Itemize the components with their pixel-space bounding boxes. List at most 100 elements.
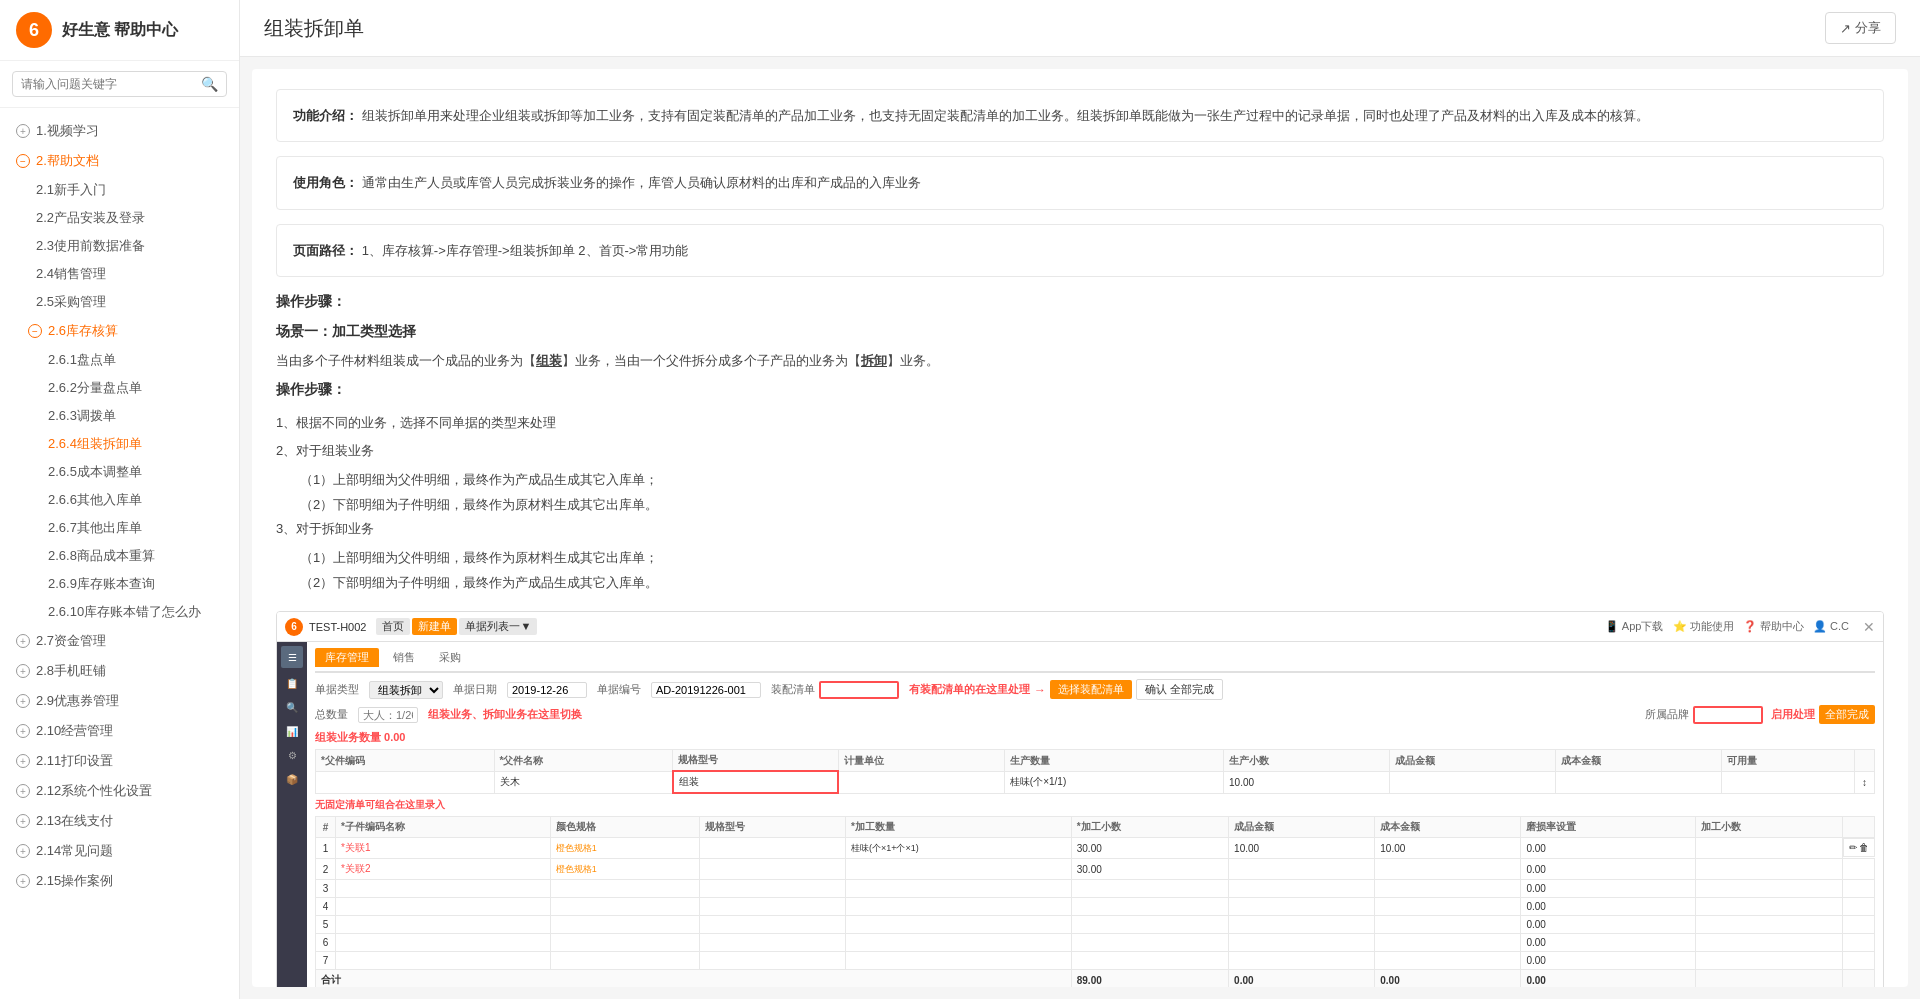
app-nav-list[interactable]: 单据列表一▼ — [459, 618, 537, 635]
content-body: 功能介绍： 组装拆卸单用来处理企业组装或拆卸等加工业务，支持有固定装配清单的产品… — [252, 69, 1908, 987]
share-button[interactable]: ↗ 分享 — [1825, 12, 1896, 44]
screenshot-container: 6 TEST-H002 首页 新建单 单据列表一▼ 📱 App下载 ⭐ 功能使用… — [276, 611, 1884, 987]
step-3-1: （1）上部明细为父件明细，最终作为原材料生成其它出库单； — [276, 546, 1884, 571]
row1-edit-icon[interactable]: ✏ — [1849, 842, 1857, 853]
app-form-row1: 单据类型 组装拆卸 单据日期 单据编号 装配清单 — [315, 679, 1875, 700]
expand-funds-icon: + — [16, 634, 30, 648]
cancel-btn[interactable]: 确认 全部完成 — [1136, 679, 1223, 700]
app-icon-4[interactable]: 📊 — [281, 720, 303, 742]
sidebar-item-newuser[interactable]: 2.1新手入门 — [0, 176, 239, 204]
collapse-inventory-icon: − — [28, 324, 42, 338]
search-input[interactable] — [21, 77, 201, 91]
table-header-row: 组装业务数量 0.00 — [315, 730, 1875, 745]
app-body: ☰ 📋 🔍 📊 ⚙ 📦 库存管理 销售 采 — [277, 642, 1883, 987]
brand-input[interactable] — [1693, 706, 1763, 724]
sidebar-item-stock-error[interactable]: 2.6.10库存账本错了怎么办 — [0, 598, 239, 626]
sidebar-item-payment[interactable]: + 2.13在线支付 — [0, 806, 239, 836]
path-section: 页面路径： 1、库存核算->库存管理->组装拆卸单 2、首页->常用功能 — [276, 224, 1884, 277]
top-header: 组装拆卸单 ↗ 分享 — [240, 0, 1920, 57]
sidebar-label-inventory: 2.6库存核算 — [48, 322, 118, 340]
logo-area: 6 好生意 帮助中心 — [0, 0, 239, 61]
app-company: TEST-H002 — [309, 621, 366, 633]
logo-icon: 6 — [16, 12, 52, 48]
app-close-icon[interactable]: ✕ — [1863, 619, 1875, 635]
page-title: 组装拆卸单 — [264, 15, 364, 42]
app-nav-newdoc[interactable]: 新建单 — [412, 618, 457, 635]
qty-input[interactable] — [358, 707, 418, 723]
process-btn[interactable]: 全部完成 — [1819, 705, 1875, 724]
app-icon-3[interactable]: 🔍 — [281, 696, 303, 718]
role-label: 使用角色： — [293, 175, 358, 190]
app-icon-2[interactable]: 📋 — [281, 672, 303, 694]
lower-table-row-7: 7 0.00 — [316, 952, 1875, 970]
search-icon[interactable]: 🔍 — [201, 76, 218, 92]
lower-table-row-6: 6 0.00 — [316, 934, 1875, 952]
sidebar-item-sales[interactable]: 2.4销售管理 — [0, 260, 239, 288]
sidebar-item-coupon[interactable]: + 2.9优惠券管理 — [0, 686, 239, 716]
sidebar-item-print[interactable]: + 2.11打印设置 — [0, 746, 239, 776]
sidebar-item-management[interactable]: + 2.10经营管理 — [0, 716, 239, 746]
app-icon-1[interactable]: ☰ — [281, 646, 303, 668]
app-tab-purchase[interactable]: 采购 — [429, 648, 471, 667]
enable-area: 所属品牌 启用处理 全部完成 — [1645, 705, 1875, 724]
main-content: 组装拆卸单 ↗ 分享 功能介绍： 组装拆卸单用来处理企业组装或拆卸等加工业务，支… — [240, 0, 1920, 999]
sidebar-item-other-in[interactable]: 2.6.6其他入库单 — [0, 486, 239, 514]
sidebar: 6 好生意 帮助中心 🔍 + 1.视频学习 − 2.帮助文档 2.1新手入门 2… — [0, 0, 240, 999]
expand-customize-icon: + — [16, 784, 30, 798]
expand-row-icon[interactable]: ↕ — [1862, 777, 1867, 788]
search-area: 🔍 — [0, 61, 239, 108]
sidebar-item-cases[interactable]: + 2.15操作案例 — [0, 866, 239, 896]
expand-faq-icon: + — [16, 844, 30, 858]
sidebar-item-mobile[interactable]: + 2.8手机旺铺 — [0, 656, 239, 686]
logo-text: 好生意 帮助中心 — [62, 20, 178, 41]
app-nav-home[interactable]: 首页 — [376, 618, 410, 635]
app-tab-sales[interactable]: 销售 — [383, 648, 425, 667]
sidebar-item-funds[interactable]: + 2.7资金管理 — [0, 626, 239, 656]
ops-steps-label: 操作步骤： — [276, 381, 1884, 399]
role-text: 通常由生产人员或库管人员完成拆装业务的操作，库管人员确认原材料的出库和产成品的入… — [362, 175, 921, 190]
lower-annotation-area: 无固定清单可组合在这里录入 — [315, 798, 1875, 812]
annotation2-text: 组装业务、拆卸业务在这里切换 — [428, 707, 582, 722]
sidebar-item-cost-adj[interactable]: 2.6.5成本调整单 — [0, 458, 239, 486]
app-icon-5[interactable]: ⚙ — [281, 744, 303, 766]
nav-list: + 1.视频学习 − 2.帮助文档 2.1新手入门 2.2产品安装及登录 2.3… — [0, 108, 239, 999]
type-select[interactable]: 组装拆卸 — [369, 681, 443, 699]
date-input[interactable] — [507, 682, 587, 698]
expand-coupon-icon: + — [16, 694, 30, 708]
sidebar-item-partial-stocktake[interactable]: 2.6.2分量盘点单 — [0, 374, 239, 402]
sidebar-item-other-out[interactable]: 2.6.7其他出库单 — [0, 514, 239, 542]
annotation4-text: 无固定清单可组合在这里录入 — [315, 798, 445, 812]
step-2-2: （2）下部明细为子件明细，最终作为原材料生成其它出库单。 — [276, 493, 1884, 518]
sidebar-item-faq[interactable]: + 2.14常见问题 — [0, 836, 239, 866]
row1-delete-icon[interactable]: 🗑 — [1859, 842, 1869, 853]
sidebar-item-dataprep[interactable]: 2.3使用前数据准备 — [0, 232, 239, 260]
app-icon-6[interactable]: 📦 — [281, 768, 303, 790]
sidebar-item-assembly[interactable]: 2.6.4组装拆卸单 — [0, 430, 239, 458]
sidebar-item-videos[interactable]: + 1.视频学习 — [0, 116, 239, 146]
app-tab-bar: 库存管理 销售 采购 — [315, 648, 1875, 673]
app-tab-inventory[interactable]: 库存管理 — [315, 648, 379, 667]
sidebar-item-inventory[interactable]: − 2.6库存核算 — [0, 316, 239, 346]
sidebar-item-transfer[interactable]: 2.6.3调拨单 — [0, 402, 239, 430]
intro-text: 组装拆卸单用来处理企业组装或拆卸等加工业务，支持有固定装配清单的产品加工业务，也… — [362, 108, 1649, 123]
sidebar-item-customize[interactable]: + 2.12系统个性化设置 — [0, 776, 239, 806]
bom-input[interactable] — [819, 681, 899, 699]
sidebar-item-purchase[interactable]: 2.5采购管理 — [0, 288, 239, 316]
enable-label: 所属品牌 — [1645, 707, 1689, 722]
no-input[interactable] — [651, 682, 761, 698]
annotation1-text: 有装配清单的在这里处理 — [909, 682, 1030, 697]
expand-print-icon: + — [16, 754, 30, 768]
share-label: 分享 — [1855, 19, 1881, 37]
sidebar-item-docs[interactable]: − 2.帮助文档 — [0, 146, 239, 176]
sidebar-item-stock-ledger[interactable]: 2.6.9库存账本查询 — [0, 570, 239, 598]
confirm-btn[interactable]: 选择装配清单 — [1050, 680, 1132, 699]
lower-table-row-3: 3 0.00 — [316, 880, 1875, 898]
path-text: 1、库存核算->库存管理->组装拆卸单 2、首页->常用功能 — [362, 243, 689, 258]
ops-title: 操作步骤： — [276, 293, 1884, 311]
sidebar-item-cost-recalc[interactable]: 2.6.8商品成本重算 — [0, 542, 239, 570]
sidebar-item-install[interactable]: 2.2产品安装及登录 — [0, 204, 239, 232]
app-icon-strip: ☰ 📋 🔍 📊 ⚙ 📦 — [277, 642, 307, 987]
expand-payment-icon: + — [16, 814, 30, 828]
sidebar-item-stocktake[interactable]: 2.6.1盘点单 — [0, 346, 239, 374]
upper-detail-table: *父件编码 *父件名称 规格型号 计量单位 生产数量 生产小数 成品金额 成本金… — [315, 749, 1875, 794]
